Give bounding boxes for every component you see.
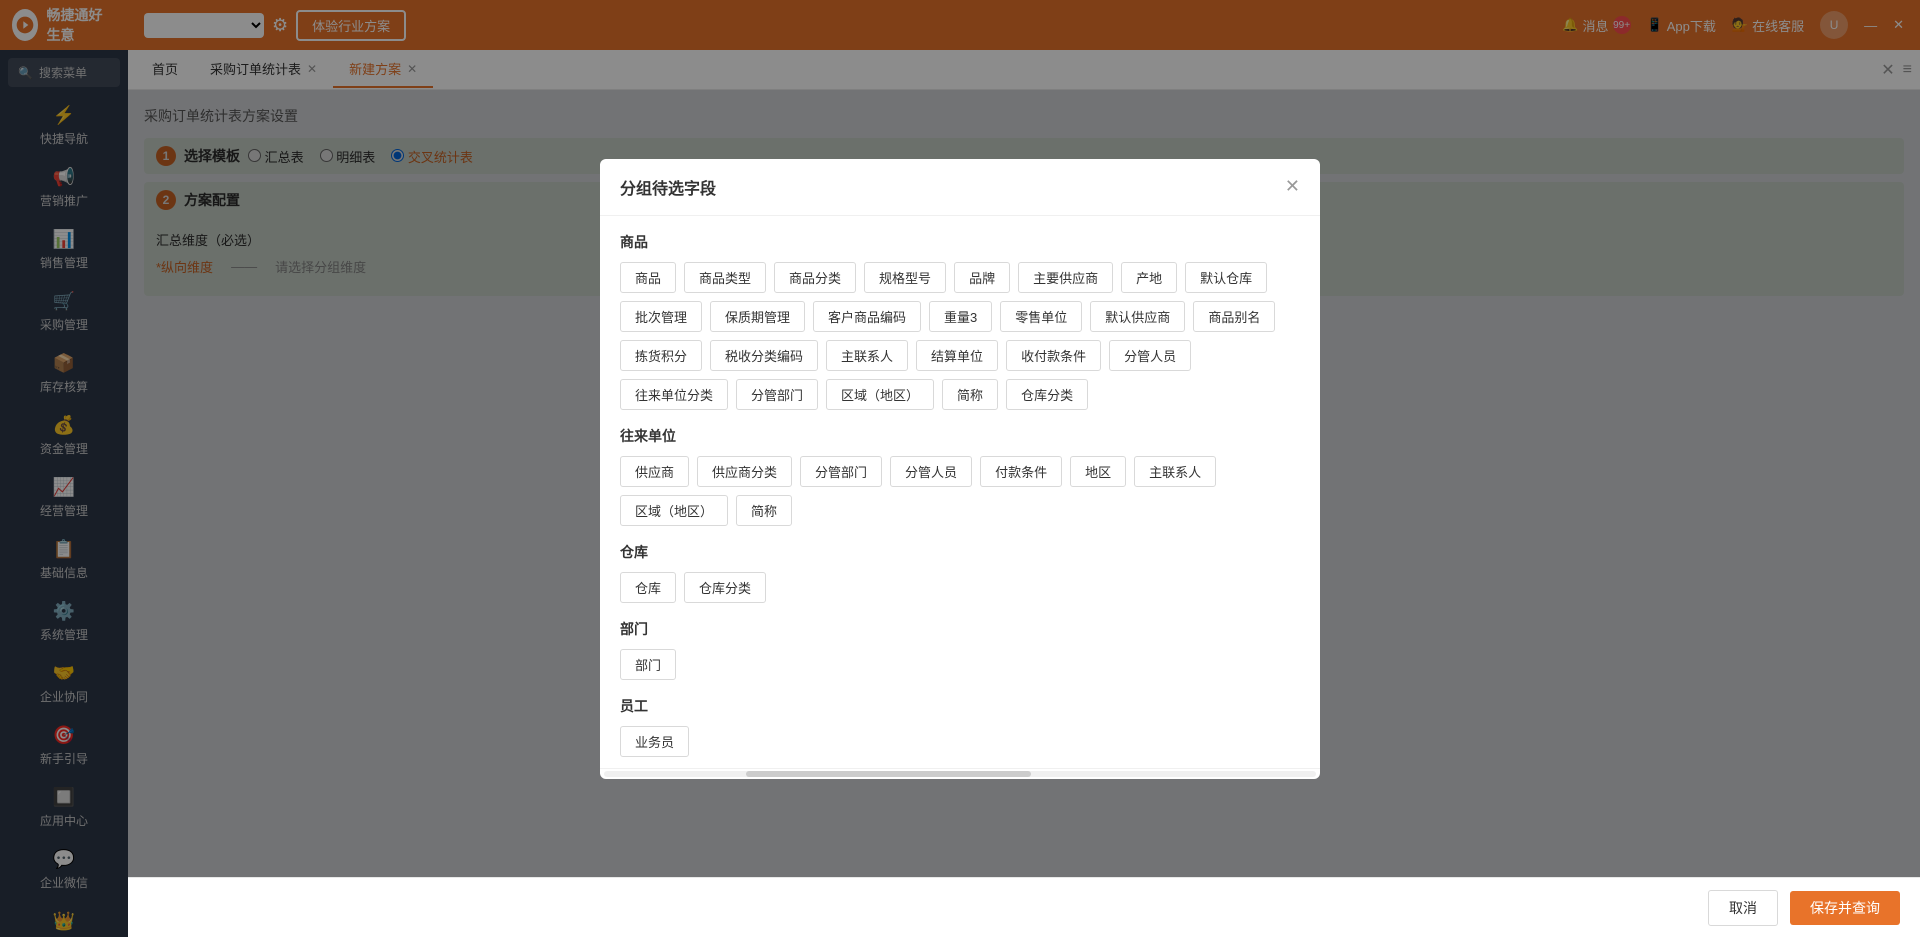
field-chip[interactable]: 主联系人 <box>1134 456 1216 487</box>
field-section-goods: 商品商品商品类型商品分类规格型号品牌主要供应商产地默认仓库批次管理保质期管理客户… <box>620 232 1300 410</box>
field-chip[interactable]: 商品分类 <box>774 262 856 293</box>
field-chip[interactable]: 部门 <box>620 649 676 680</box>
field-section-warehouse: 仓库仓库仓库分类 <box>620 542 1300 603</box>
field-chip[interactable]: 保质期管理 <box>710 301 805 332</box>
field-chip[interactable]: 业务员 <box>620 726 689 757</box>
field-section-title-staff: 员工 <box>620 696 1300 716</box>
field-chip[interactable]: 区域（地区） <box>620 495 728 526</box>
field-chip[interactable]: 拣货积分 <box>620 340 702 371</box>
modal-close-button[interactable]: ✕ <box>1285 176 1300 197</box>
field-chip[interactable]: 仓库分类 <box>1006 379 1088 410</box>
field-chip[interactable]: 税收分类编码 <box>710 340 818 371</box>
field-chip[interactable]: 分管人员 <box>890 456 972 487</box>
modal-horizontal-scrollbar[interactable] <box>600 768 1320 778</box>
field-chip[interactable]: 主联系人 <box>826 340 908 371</box>
field-chips-goods: 商品商品类型商品分类规格型号品牌主要供应商产地默认仓库批次管理保质期管理客户商品… <box>620 262 1300 410</box>
field-chip[interactable]: 往来单位分类 <box>620 379 728 410</box>
field-chips-partner: 供应商供应商分类分管部门分管人员付款条件地区主联系人区域（地区） 简称 <box>620 456 1300 526</box>
field-section-title-department: 部门 <box>620 619 1300 639</box>
modal-title: 分组待选字段 <box>620 175 716 199</box>
modal-header: 分组待选字段 ✕ <box>600 159 1320 216</box>
field-section-title-goods: 商品 <box>620 232 1300 252</box>
scrollbar-thumb <box>746 771 1031 777</box>
field-chip[interactable]: 主要供应商 <box>1018 262 1113 293</box>
field-chip[interactable]: 默认供应商 <box>1090 301 1185 332</box>
field-chip[interactable]: 商品类型 <box>684 262 766 293</box>
field-chip[interactable]: 结算单位 <box>916 340 998 371</box>
field-chip[interactable]: 简称 <box>736 495 792 526</box>
field-chip[interactable]: 产地 <box>1121 262 1177 293</box>
field-chip[interactable]: 简称 <box>942 379 998 410</box>
field-chips-staff: 业务员 <box>620 726 1300 757</box>
field-section-staff: 员工业务员 <box>620 696 1300 757</box>
field-chip[interactable]: 零售单位 <box>1000 301 1082 332</box>
field-chip[interactable]: 商品别名 <box>1193 301 1275 332</box>
field-chip[interactable]: 分管部门 <box>736 379 818 410</box>
scrollbar-track <box>604 771 1316 777</box>
field-chip[interactable]: 区域（地区） <box>826 379 934 410</box>
field-section-title-partner: 往来单位 <box>620 426 1300 446</box>
save-query-button[interactable]: 保存并查询 <box>1790 891 1900 925</box>
bottom-bar: 取消 保存并查询 <box>128 877 1920 937</box>
field-chip[interactable]: 重量3 <box>929 301 992 332</box>
field-chips-department: 部门 <box>620 649 1300 680</box>
field-chip[interactable]: 批次管理 <box>620 301 702 332</box>
field-chip[interactable]: 规格型号 <box>864 262 946 293</box>
field-chip[interactable]: 付款条件 <box>980 456 1062 487</box>
field-chip[interactable]: 品牌 <box>954 262 1010 293</box>
modal-body[interactable]: 商品商品商品类型商品分类规格型号品牌主要供应商产地默认仓库批次管理保质期管理客户… <box>600 216 1320 769</box>
field-section-department: 部门部门 <box>620 619 1300 680</box>
field-chip[interactable]: 客户商品编码 <box>813 301 921 332</box>
cancel-button[interactable]: 取消 <box>1708 890 1778 926</box>
field-chip[interactable]: 供应商分类 <box>697 456 792 487</box>
field-chip[interactable]: 仓库分类 <box>684 572 766 603</box>
field-chip[interactable]: 默认仓库 <box>1185 262 1267 293</box>
field-chip[interactable]: 仓库 <box>620 572 676 603</box>
field-chip[interactable]: 分管部门 <box>800 456 882 487</box>
field-chip[interactable]: 地区 <box>1070 456 1126 487</box>
field-select-modal: 分组待选字段 ✕ 商品商品商品类型商品分类规格型号品牌主要供应商产地默认仓库批次… <box>600 159 1320 779</box>
field-section-partner: 往来单位供应商供应商分类分管部门分管人员付款条件地区主联系人区域（地区） 简称 <box>620 426 1300 526</box>
field-chip[interactable]: 收付款条件 <box>1006 340 1101 371</box>
field-chips-warehouse: 仓库仓库分类 <box>620 572 1300 603</box>
field-chip[interactable]: 分管人员 <box>1109 340 1191 371</box>
field-chip[interactable]: 供应商 <box>620 456 689 487</box>
field-section-title-warehouse: 仓库 <box>620 542 1300 562</box>
field-chip[interactable]: 商品 <box>620 262 676 293</box>
